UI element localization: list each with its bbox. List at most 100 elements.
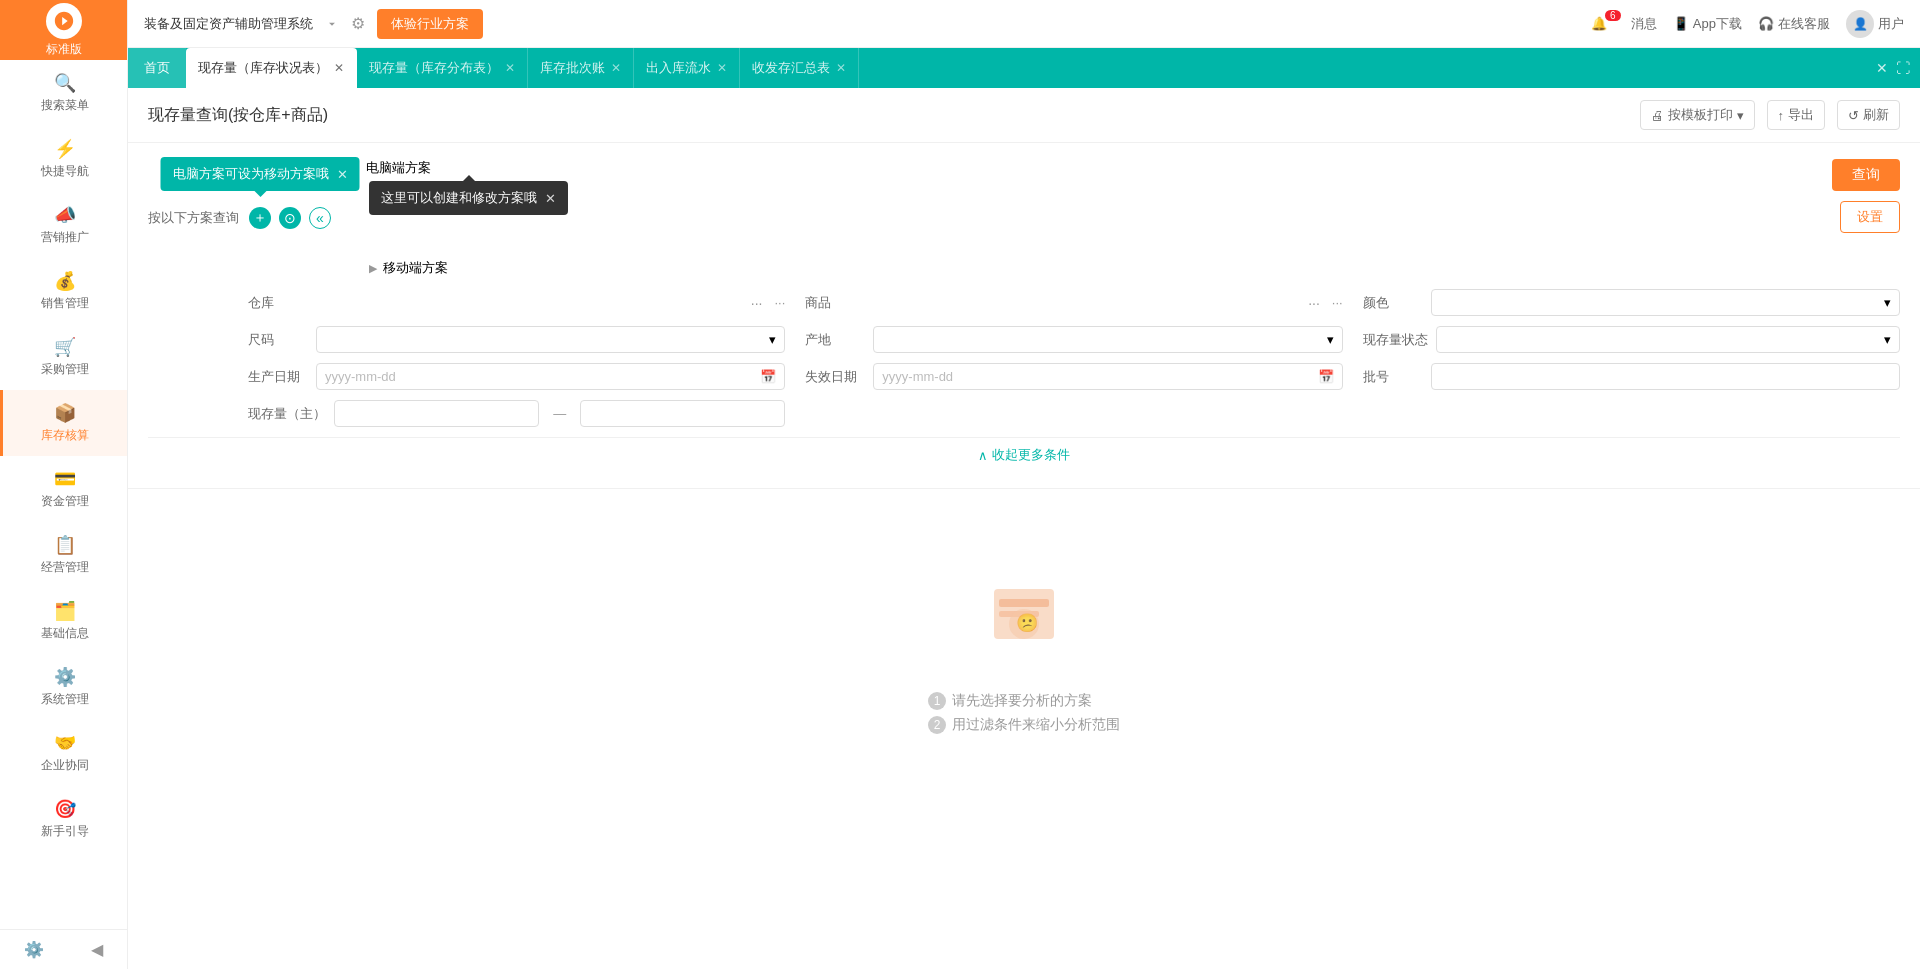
tab-close-icon[interactable]: ✕ (611, 61, 621, 75)
main-container: 装备及固定资产辅助管理系统 ⚙ 体验行业方案 🔔 6 消息 📱 App下载 🎧 … (128, 0, 1920, 969)
calendar2-icon: 📅 (1318, 369, 1334, 384)
tab-close-icon[interactable]: ✕ (836, 61, 846, 75)
tab-close-icon[interactable]: ✕ (717, 61, 727, 75)
sidebar-item-inventory[interactable]: 📦 库存核算 (0, 390, 127, 456)
batch-field-row: 批号 (1363, 363, 1900, 390)
set-button[interactable]: 设置 (1840, 201, 1900, 233)
size-label: 尺码 (248, 331, 308, 349)
sidebar-item-basic[interactable]: 🗂️ 基础信息 (0, 588, 127, 654)
tab-inventory-status-label: 现存量（库存状况表） (198, 59, 328, 77)
produce-date-field-row: 生产日期 yyyy-mm-dd 📅 (248, 363, 785, 390)
add-scheme-button[interactable]: ＋ (249, 207, 271, 229)
header-dropdown[interactable] (325, 17, 339, 31)
sidebar-nav: 🔍 搜索菜单 ⚡ 快捷导航 📣 营销推广 💰 销售管理 🛒 采购管理 📦 库存核… (0, 60, 127, 929)
tab-collect[interactable]: 收发存汇总表 ✕ (740, 48, 859, 88)
tab-bar: 首页 现存量（库存状况表） ✕ 现存量（库存分布表） ✕ 库存批次账 ✕ 出入库… (128, 48, 1920, 88)
sidebar-item-marketing[interactable]: 📣 营销推广 (0, 192, 127, 258)
sidebar-item-label: 搜索菜单 (41, 97, 89, 114)
sidebar-item-operation[interactable]: 📋 经营管理 (0, 522, 127, 588)
sidebar-item-purchase[interactable]: 🛒 采购管理 (0, 324, 127, 390)
sidebar-item-finance[interactable]: 💳 资金管理 (0, 456, 127, 522)
tooltip-create-scheme: 这里可以创建和修改方案哦 ✕ (369, 181, 568, 215)
header-settings-icon[interactable]: ⚙ (351, 14, 365, 33)
header-left: 装备及固定资产辅助管理系统 ⚙ 体验行业方案 (144, 9, 483, 39)
size-select[interactable]: ▾ (316, 326, 785, 353)
fields-section: 仓库 ··· ··· 商品 ··· ··· 颜色 (248, 289, 1900, 427)
sidebar-item-guide[interactable]: 🎯 新手引导 (0, 786, 127, 852)
svg-rect-1 (999, 599, 1049, 607)
refresh-label: 刷新 (1863, 106, 1889, 124)
produce-date-input[interactable]: yyyy-mm-dd 📅 (316, 363, 785, 390)
tab-home[interactable]: 首页 (128, 48, 186, 88)
batch-input[interactable] (1431, 363, 1900, 390)
color-label: 颜色 (1363, 294, 1423, 312)
stock-main-field-row: 现存量（主） — (248, 400, 785, 427)
notification-item[interactable]: 🔔 6 消息 (1591, 15, 1657, 33)
arrow-scheme-button[interactable]: « (309, 207, 331, 229)
expire-date-placeholder: yyyy-mm-dd (882, 369, 953, 384)
warehouse-input[interactable]: ··· (316, 295, 762, 311)
user-label: 用户 (1878, 15, 1904, 33)
refresh-button[interactable]: ↺ 刷新 (1837, 100, 1900, 130)
tab-batch[interactable]: 库存批次账 ✕ (528, 48, 634, 88)
collapse-row[interactable]: ∧ 收起更多条件 (148, 437, 1900, 472)
finance-icon: 💳 (54, 468, 76, 490)
inventory-icon: 📦 (54, 402, 76, 424)
export-button[interactable]: ↑ 导出 (1767, 100, 1826, 130)
stock-status-chevron-icon: ▾ (1884, 332, 1891, 347)
origin-select[interactable]: ▾ (873, 326, 1342, 353)
tooltip-above: 电脑方案可设为移动方案哦 ✕ (161, 157, 360, 191)
tab-close-all-icon[interactable]: ✕ (1876, 60, 1888, 76)
tab-inventory-dist[interactable]: 现存量（库存分布表） ✕ (357, 48, 528, 88)
goods-more-icon[interactable]: ··· (1332, 295, 1343, 310)
collapse-sidebar-icon[interactable]: ◀ (91, 940, 103, 959)
stock-main-from-input[interactable] (334, 400, 539, 427)
phone-icon: 📱 (1673, 16, 1689, 31)
copy-scheme-button[interactable]: ⊙ (279, 207, 301, 229)
sidebar-item-quick[interactable]: ⚡ 快捷导航 (0, 126, 127, 192)
mobile-scheme-item[interactable]: ▶ 移动端方案 (369, 259, 568, 277)
sidebar-item-collab[interactable]: 🤝 企业协同 (0, 720, 127, 786)
tab-flow[interactable]: 出入库流水 ✕ (634, 48, 740, 88)
template-print-button[interactable]: 🖨 按模板打印 ▾ (1640, 100, 1755, 130)
goods-input[interactable]: ··· (873, 295, 1319, 311)
color-select[interactable]: ▾ (1431, 289, 1900, 316)
warehouse-more-icon[interactable]: ··· (774, 295, 785, 310)
tooltip-close-icon[interactable]: ✕ (337, 167, 348, 182)
sidebar-item-search[interactable]: 🔍 搜索菜单 (0, 60, 127, 126)
filter-actions: 查询 设置 (1832, 159, 1900, 233)
tab-home-label: 首页 (144, 59, 170, 77)
page-title: 现存量查询(按仓库+商品) (148, 105, 328, 126)
industry-plan-button[interactable]: 体验行业方案 (377, 9, 483, 39)
headset-icon: 🎧 (1758, 16, 1774, 31)
expire-date-input[interactable]: yyyy-mm-dd 📅 (873, 363, 1342, 390)
sidebar-item-label: 库存核算 (41, 427, 89, 444)
tab-close-icon[interactable]: ✕ (505, 61, 515, 75)
refresh-icon: ↺ (1848, 108, 1859, 123)
warehouse-label: 仓库 (248, 294, 308, 312)
tooltip-desktop-scheme: 电脑方案可设为移动方案哦 ✕ (161, 157, 360, 191)
app-download-item[interactable]: 📱 App下载 (1673, 15, 1742, 33)
stock-main-to-input[interactable] (580, 400, 785, 427)
tree-arrow-mobile-icon: ▶ (369, 262, 377, 275)
stock-status-label: 现存量状态 (1363, 331, 1428, 349)
stock-status-select[interactable]: ▾ (1436, 326, 1900, 353)
settings-bottom-icon[interactable]: ⚙️ (24, 940, 44, 959)
sidebar-item-label: 采购管理 (41, 361, 89, 378)
tooltip-create-close[interactable]: ✕ (545, 191, 556, 206)
tab-close-icon[interactable]: ✕ (334, 61, 344, 75)
tab-fullscreen-icon[interactable]: ⛶ (1896, 60, 1910, 76)
user-item[interactable]: 👤 用户 (1846, 10, 1904, 38)
desktop-scheme-item[interactable]: ▼ 电脑端方案 (349, 159, 568, 177)
sidebar-item-system[interactable]: ⚙️ 系统管理 (0, 654, 127, 720)
online-support-item[interactable]: 🎧 在线客服 (1758, 15, 1830, 33)
page-actions: 🖨 按模板打印 ▾ ↑ 导出 ↺ 刷新 (1640, 100, 1901, 130)
empty-state: 😕 1 请先选择要分析的方案 2 用过滤条件来缩小分析范围 (128, 489, 1920, 820)
tab-inventory-status[interactable]: 现存量（库存状况表） ✕ (186, 48, 357, 88)
size-chevron-icon: ▾ (769, 332, 776, 347)
sidebar-item-label: 新手引导 (41, 823, 89, 840)
tip-text-2: 用过滤条件来缩小分析范围 (952, 716, 1120, 734)
search-button[interactable]: 查询 (1832, 159, 1900, 191)
notification-label: 消息 (1631, 15, 1657, 33)
sidebar-item-sales[interactable]: 💰 销售管理 (0, 258, 127, 324)
